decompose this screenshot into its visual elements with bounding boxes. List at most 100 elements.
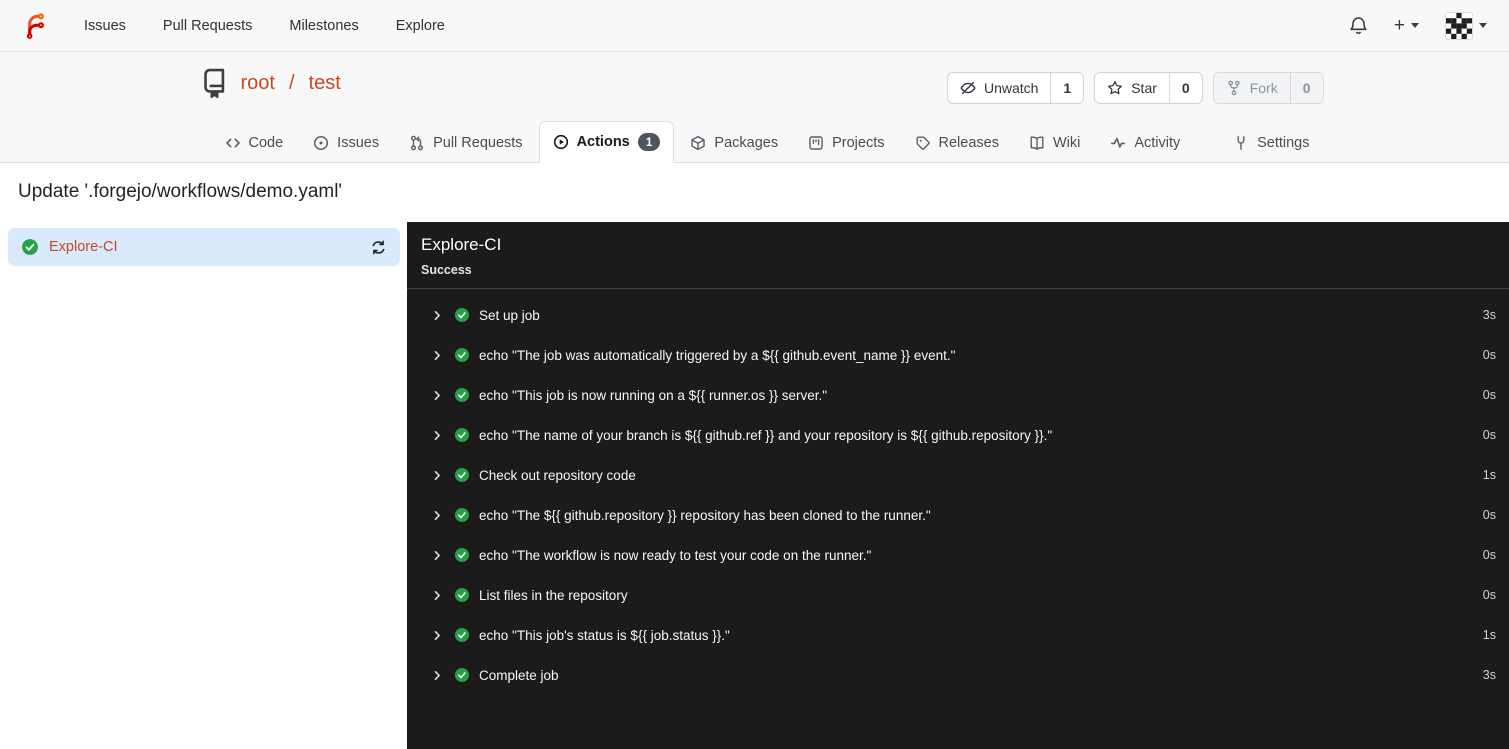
watchers-count[interactable]: 1 bbox=[1050, 73, 1083, 103]
step-row[interactable]: echo "This job's status is ${{ job.statu… bbox=[407, 615, 1509, 655]
tab-label: Packages bbox=[714, 135, 779, 151]
chevron-down-icon bbox=[1479, 23, 1487, 28]
step-duration: 3s bbox=[1482, 308, 1496, 322]
step-row[interactable]: echo "The name of your branch is ${{ git… bbox=[407, 415, 1509, 455]
repo-title: root / test bbox=[201, 68, 341, 99]
wrench-icon bbox=[1233, 135, 1249, 151]
step-row[interactable]: echo "This job is now running on a ${{ r… bbox=[407, 375, 1509, 415]
tab-actions[interactable]: Actions 1 bbox=[538, 120, 675, 163]
repo-path-separator: / bbox=[288, 72, 295, 94]
actions-play-icon bbox=[553, 134, 569, 150]
step-success-icon bbox=[454, 307, 470, 323]
step-row[interactable]: List files in the repository 0s bbox=[407, 575, 1509, 615]
fork-button-group: Fork 0 bbox=[1212, 72, 1324, 104]
star-button[interactable]: Star bbox=[1095, 73, 1169, 103]
repo-tabs: Code Issues Pull Requests Actions 1 Pack… bbox=[211, 120, 1324, 163]
step-duration: 0s bbox=[1482, 348, 1496, 362]
tab-wiki[interactable]: Wiki bbox=[1015, 123, 1094, 163]
chevron-right-icon[interactable] bbox=[431, 669, 444, 682]
project-board-icon bbox=[808, 135, 824, 151]
step-duration: 1s bbox=[1482, 468, 1496, 482]
tab-label: Activity bbox=[1134, 135, 1181, 151]
tab-label: Actions bbox=[576, 133, 630, 150]
repo-owner-link[interactable]: root bbox=[241, 72, 275, 95]
nav-item-issues[interactable]: Issues bbox=[84, 18, 126, 34]
nav-item-milestones[interactable]: Milestones bbox=[289, 18, 358, 34]
create-new-dropdown[interactable]: + bbox=[1394, 16, 1419, 35]
step-row[interactable]: echo "The workflow is now ready to test … bbox=[407, 535, 1509, 575]
step-row[interactable]: Set up job 3s bbox=[407, 295, 1509, 335]
tag-icon bbox=[915, 135, 931, 151]
chevron-right-icon[interactable] bbox=[431, 469, 444, 482]
forks-count[interactable]: 0 bbox=[1289, 73, 1323, 103]
step-duration: 0s bbox=[1482, 508, 1496, 522]
step-name: echo "The ${{ github.repository }} repos… bbox=[479, 507, 931, 523]
step-duration: 0s bbox=[1482, 588, 1496, 602]
repo-name-link[interactable]: test bbox=[309, 72, 341, 95]
user-menu[interactable] bbox=[1445, 11, 1487, 40]
tab-activity[interactable]: Activity bbox=[1096, 123, 1194, 163]
stars-count[interactable]: 0 bbox=[1168, 73, 1202, 103]
step-row[interactable]: echo "The job was automatically triggere… bbox=[407, 335, 1509, 375]
tab-label: Pull Requests bbox=[433, 135, 523, 151]
notifications-bell-icon[interactable] bbox=[1349, 16, 1368, 35]
chevron-right-icon[interactable] bbox=[431, 429, 444, 442]
package-icon bbox=[690, 135, 706, 151]
navbar-right: + bbox=[1349, 11, 1487, 40]
step-duration: 0s bbox=[1482, 548, 1496, 562]
steps-list: Set up job 3s echo "The job was automati… bbox=[407, 289, 1509, 695]
tab-code[interactable]: Code bbox=[211, 123, 298, 163]
repo-icon bbox=[201, 68, 229, 99]
step-name: echo "The job was automatically triggere… bbox=[479, 347, 956, 363]
step-success-icon bbox=[454, 347, 470, 363]
job-item-explore-ci[interactable]: Explore-CI bbox=[8, 228, 400, 266]
code-icon bbox=[225, 135, 241, 151]
step-name: List files in the repository bbox=[479, 587, 628, 603]
step-duration: 1s bbox=[1482, 628, 1496, 642]
nav-item-pull-requests[interactable]: Pull Requests bbox=[163, 18, 252, 34]
unwatch-button[interactable]: Unwatch bbox=[948, 73, 1050, 103]
chevron-right-icon[interactable] bbox=[431, 589, 444, 602]
nav-item-explore[interactable]: Explore bbox=[396, 18, 445, 34]
step-row[interactable]: echo "The ${{ github.repository }} repos… bbox=[407, 495, 1509, 535]
run-body: Explore-CI Explore-CI Success Set up job… bbox=[0, 222, 1509, 749]
tab-releases[interactable]: Releases bbox=[901, 123, 1013, 163]
chevron-right-icon[interactable] bbox=[431, 349, 444, 362]
forgejo-logo-icon[interactable] bbox=[22, 12, 50, 40]
fork-icon bbox=[1226, 80, 1242, 96]
pull-request-icon bbox=[409, 135, 425, 151]
step-success-icon bbox=[454, 467, 470, 483]
pulse-icon bbox=[1110, 135, 1126, 151]
tab-issues[interactable]: Issues bbox=[299, 123, 393, 163]
unwatch-button-group: Unwatch 1 bbox=[946, 72, 1085, 104]
step-success-icon bbox=[454, 507, 470, 523]
tab-label: Wiki bbox=[1052, 135, 1081, 151]
actions-count-badge: 1 bbox=[637, 132, 661, 151]
chevron-right-icon[interactable] bbox=[431, 389, 444, 402]
avatar bbox=[1445, 11, 1473, 40]
star-icon bbox=[1107, 80, 1123, 96]
chevron-right-icon[interactable] bbox=[431, 629, 444, 642]
console-header: Explore-CI Success bbox=[407, 222, 1509, 289]
fork-button[interactable]: Fork bbox=[1214, 73, 1290, 103]
step-row[interactable]: Complete job 3s bbox=[407, 655, 1509, 695]
tab-projects[interactable]: Projects bbox=[794, 123, 898, 163]
repo-header: root / test Unwatch 1 Star 0 Fork 0 Code… bbox=[0, 52, 1509, 163]
chevron-right-icon[interactable] bbox=[431, 309, 444, 322]
tab-settings[interactable]: Settings bbox=[1219, 123, 1323, 163]
rerun-job-icon[interactable] bbox=[370, 239, 387, 256]
step-duration: 0s bbox=[1482, 388, 1496, 402]
tab-pull-requests[interactable]: Pull Requests bbox=[395, 123, 536, 163]
eye-slash-icon bbox=[960, 80, 976, 96]
step-row[interactable]: Check out repository code 1s bbox=[407, 455, 1509, 495]
tab-label: Projects bbox=[832, 135, 885, 151]
step-name: echo "The workflow is now ready to test … bbox=[479, 547, 872, 563]
chevron-right-icon[interactable] bbox=[431, 509, 444, 522]
tab-packages[interactable]: Packages bbox=[676, 123, 792, 163]
step-name: Check out repository code bbox=[479, 467, 636, 483]
forgejo-app: Issues Pull Requests Milestones Explore … bbox=[0, 0, 1509, 749]
console-status-text: Success bbox=[421, 263, 472, 277]
chevron-right-icon[interactable] bbox=[431, 549, 444, 562]
step-name: echo "The name of your branch is ${{ git… bbox=[479, 427, 1053, 443]
step-duration: 0s bbox=[1482, 428, 1496, 442]
